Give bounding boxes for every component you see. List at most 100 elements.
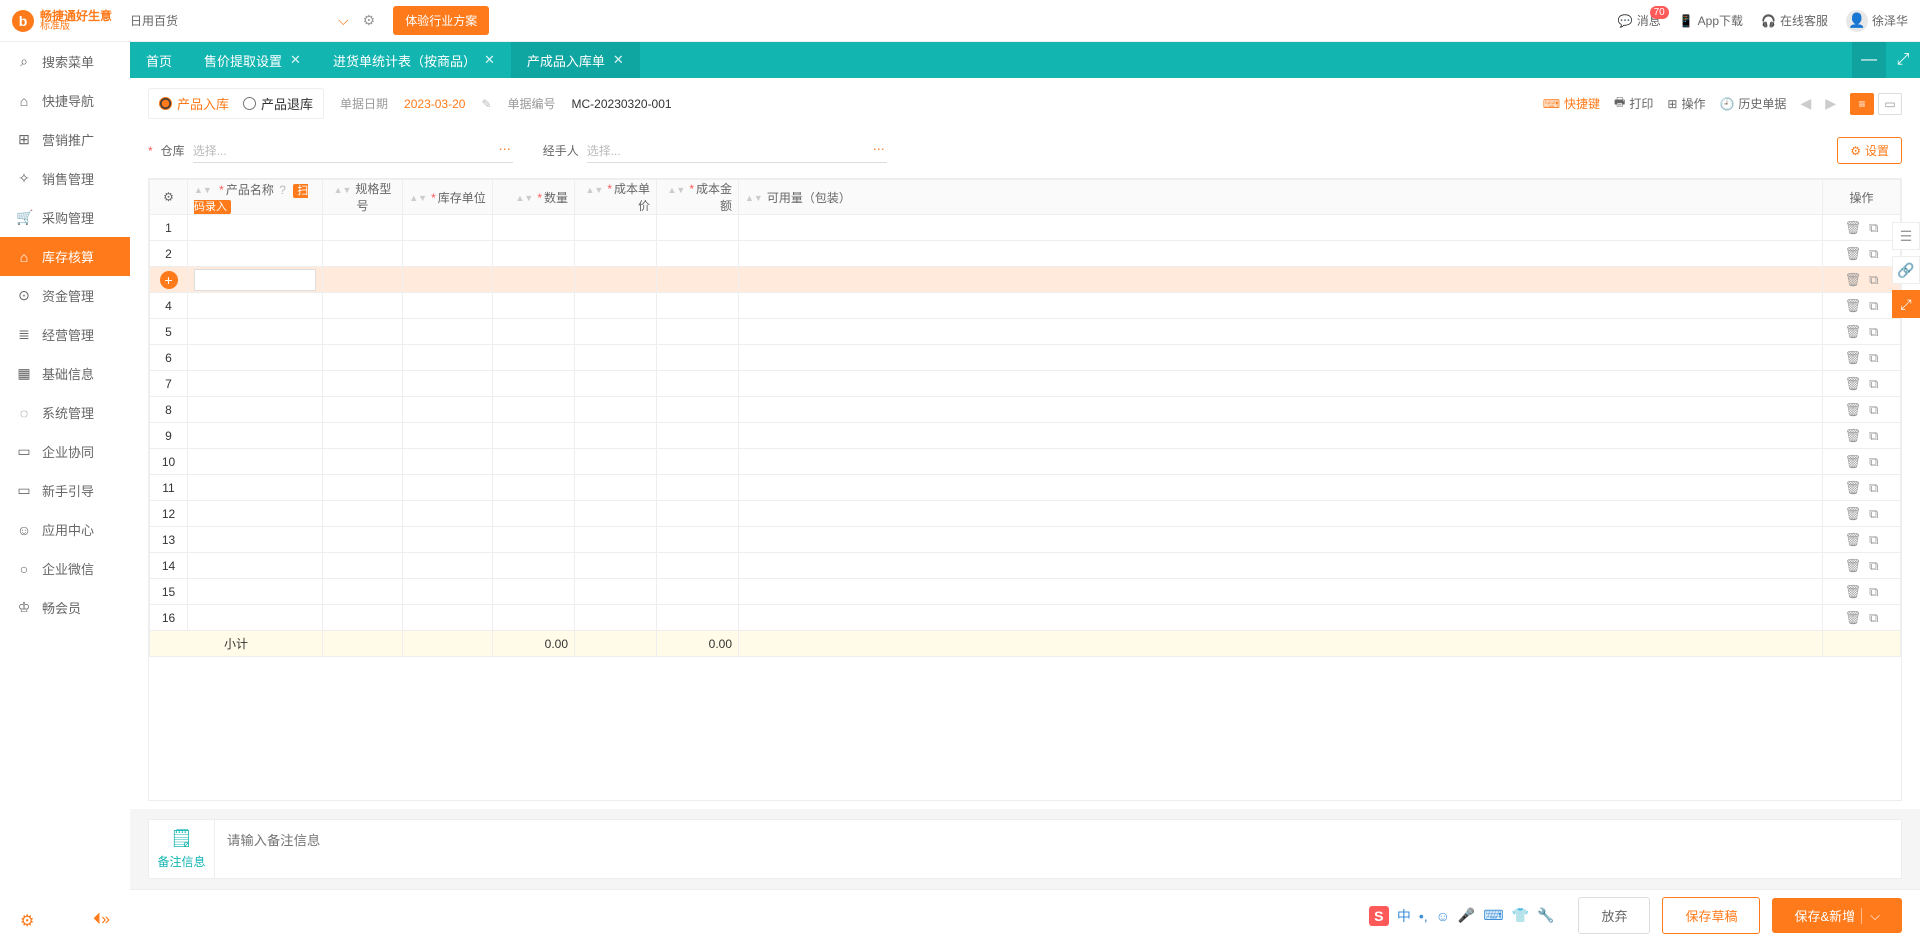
close-icon[interactable]: ✕ bbox=[484, 52, 495, 68]
float-tool-link[interactable]: 🔗 bbox=[1892, 256, 1920, 284]
remark-input[interactable] bbox=[215, 820, 1901, 872]
delete-row-icon[interactable]: 🗑 bbox=[1845, 272, 1862, 287]
gear-icon[interactable]: ⚙ bbox=[163, 190, 174, 204]
messages-button[interactable]: 💬 消息 70 bbox=[1618, 12, 1661, 29]
operate-link[interactable]: ⊞ 操作 bbox=[1667, 95, 1705, 112]
sidebar-item-basic-info[interactable]: ▦基础信息 bbox=[0, 354, 130, 393]
prev-doc-button[interactable]: ◀ bbox=[1800, 95, 1811, 112]
close-icon[interactable]: ✕ bbox=[290, 52, 301, 68]
delete-row-icon[interactable]: 🗑 bbox=[1845, 350, 1862, 365]
radio-product-in-input[interactable] bbox=[159, 97, 172, 110]
sidebar-item-member[interactable]: ♔畅会员 bbox=[0, 588, 130, 627]
sort-icon[interactable]: ▲▼ bbox=[409, 195, 427, 201]
sort-icon[interactable]: ▲▼ bbox=[515, 195, 533, 201]
save-draft-button[interactable]: 保存草稿 bbox=[1662, 897, 1760, 934]
radio-product-in[interactable]: 产品入库 bbox=[159, 94, 229, 113]
user-menu[interactable]: 👤 徐泽华 bbox=[1846, 10, 1908, 32]
delete-row-icon[interactable]: 🗑 bbox=[1845, 532, 1862, 547]
minimize-tab-button[interactable]: — bbox=[1852, 42, 1886, 78]
delete-row-icon[interactable]: 🗑 bbox=[1845, 246, 1862, 261]
view-list-button[interactable]: ≡ bbox=[1850, 93, 1874, 115]
copy-row-icon[interactable]: ⧉ bbox=[1869, 454, 1878, 469]
delete-row-icon[interactable]: 🗑 bbox=[1845, 324, 1862, 339]
table-row[interactable]: 5🗑⧉ bbox=[150, 319, 1901, 345]
sidebar-item-enterprise[interactable]: ▭企业协同 bbox=[0, 432, 130, 471]
tab[interactable]: 产成品入库单✕ bbox=[511, 42, 640, 78]
copy-row-icon[interactable]: ⧉ bbox=[1869, 402, 1878, 417]
table-row[interactable]: 14🗑⧉ bbox=[150, 553, 1901, 579]
print-link[interactable]: 🖶 打印 bbox=[1614, 93, 1653, 114]
table-row[interactable]: 13🗑⧉ bbox=[150, 527, 1901, 553]
delete-row-icon[interactable]: 🗑 bbox=[1845, 220, 1862, 235]
copy-row-icon[interactable]: ⧉ bbox=[1869, 298, 1878, 313]
category-selector[interactable]: 日用百货 ⌵ bbox=[130, 12, 349, 29]
sidebar-item-operations[interactable]: ≣经营管理 bbox=[0, 315, 130, 354]
settings-icon[interactable]: ⚙ bbox=[20, 911, 34, 931]
sidebar-item-marketing[interactable]: ⊞营销推广 bbox=[0, 120, 130, 159]
delete-row-icon[interactable]: 🗑 bbox=[1845, 610, 1862, 625]
shortcut-link[interactable]: ⌨ 快捷键 bbox=[1543, 95, 1600, 112]
sort-icon[interactable]: ▲▼ bbox=[745, 195, 763, 201]
save-new-button[interactable]: 保存&新增 ⌵ bbox=[1772, 898, 1902, 933]
copy-row-icon[interactable]: ⧉ bbox=[1869, 220, 1878, 235]
date-value[interactable]: 2023-03-20 bbox=[404, 97, 465, 111]
delete-row-icon[interactable]: 🗑 bbox=[1845, 584, 1862, 599]
tab[interactable]: 售价提取设置✕ bbox=[188, 42, 317, 78]
product-name-input[interactable] bbox=[194, 269, 316, 291]
table-row[interactable]: 16🗑⧉ bbox=[150, 605, 1901, 631]
table-row[interactable]: 15🗑⧉ bbox=[150, 579, 1901, 605]
float-tool-expand[interactable]: ⤢ bbox=[1892, 290, 1920, 318]
delete-row-icon[interactable]: 🗑 bbox=[1845, 428, 1862, 443]
warehouse-select[interactable]: 选择... ⋯ bbox=[193, 139, 513, 163]
table-row[interactable]: 6🗑⧉ bbox=[150, 345, 1901, 371]
delete-row-icon[interactable]: 🗑 bbox=[1845, 454, 1862, 469]
sidebar-item-guide[interactable]: ▭新手引导 bbox=[0, 471, 130, 510]
table-row[interactable]: 8🗑⧉ bbox=[150, 397, 1901, 423]
delete-row-icon[interactable]: 🗑 bbox=[1845, 402, 1862, 417]
table-row[interactable]: 4🗑⧉ bbox=[150, 293, 1901, 319]
delete-row-icon[interactable]: 🗑 bbox=[1845, 480, 1862, 495]
online-service-button[interactable]: 🎧 在线客服 bbox=[1761, 12, 1828, 29]
sidebar-item-apps[interactable]: ☺应用中心 bbox=[0, 510, 130, 549]
copy-row-icon[interactable]: ⧉ bbox=[1869, 584, 1878, 599]
sort-icon[interactable]: ▲▼ bbox=[334, 187, 352, 193]
help-icon[interactable]: ? bbox=[279, 183, 286, 197]
sidebar-item-sales[interactable]: ✧销售管理 bbox=[0, 159, 130, 198]
copy-row-icon[interactable]: ⧉ bbox=[1869, 428, 1878, 443]
close-icon[interactable]: ✕ bbox=[613, 52, 624, 68]
discard-button[interactable]: 放弃 bbox=[1578, 897, 1650, 934]
table-row[interactable]: 9🗑⧉ bbox=[150, 423, 1901, 449]
add-row-button[interactable]: + bbox=[160, 271, 178, 289]
copy-row-icon[interactable]: ⧉ bbox=[1869, 558, 1878, 573]
history-link[interactable]: 🕘 历史单据 bbox=[1719, 95, 1786, 112]
sidebar-item-wechat[interactable]: ○企业微信 bbox=[0, 549, 130, 588]
copy-row-icon[interactable]: ⧉ bbox=[1869, 246, 1878, 261]
sort-icon[interactable]: ▲▼ bbox=[194, 187, 212, 193]
expand-tab-button[interactable]: ⤢ bbox=[1886, 42, 1920, 78]
settings-button[interactable]: ⚙ 设置 bbox=[1837, 137, 1902, 164]
sidebar-item-funds[interactable]: ⊙资金管理 bbox=[0, 276, 130, 315]
sidebar-item-search-menu[interactable]: ⌕搜索菜单 bbox=[0, 42, 130, 81]
table-row[interactable]: 10🗑⧉ bbox=[150, 449, 1901, 475]
tab[interactable]: 首页 bbox=[130, 42, 188, 78]
delete-row-icon[interactable]: 🗑 bbox=[1845, 558, 1862, 573]
handler-select[interactable]: 选择... ⋯ bbox=[587, 139, 887, 163]
radio-product-out-input[interactable] bbox=[243, 97, 256, 110]
table-row[interactable]: 7🗑⧉ bbox=[150, 371, 1901, 397]
table-row[interactable]: +🗑⧉ bbox=[150, 267, 1901, 293]
sidebar-item-inventory[interactable]: ⌂库存核算 bbox=[0, 237, 130, 276]
sidebar-item-system[interactable]: ◌系统管理 bbox=[0, 393, 130, 432]
table-row[interactable]: 1🗑⧉ bbox=[150, 215, 1901, 241]
gear-icon[interactable]: ⚙ bbox=[363, 12, 376, 29]
sort-icon[interactable]: ▲▼ bbox=[667, 187, 685, 193]
collapse-icon[interactable]: ⏴» bbox=[93, 911, 110, 931]
app-download-button[interactable]: 📱 App下载 bbox=[1679, 12, 1743, 29]
copy-row-icon[interactable]: ⧉ bbox=[1869, 532, 1878, 547]
table-row[interactable]: 11🗑⧉ bbox=[150, 475, 1901, 501]
copy-row-icon[interactable]: ⧉ bbox=[1869, 610, 1878, 625]
table-row[interactable]: 12🗑⧉ bbox=[150, 501, 1901, 527]
delete-row-icon[interactable]: 🗑 bbox=[1845, 298, 1862, 313]
delete-row-icon[interactable]: 🗑 bbox=[1845, 376, 1862, 391]
sort-icon[interactable]: ▲▼ bbox=[585, 187, 603, 193]
copy-row-icon[interactable]: ⧉ bbox=[1869, 480, 1878, 495]
